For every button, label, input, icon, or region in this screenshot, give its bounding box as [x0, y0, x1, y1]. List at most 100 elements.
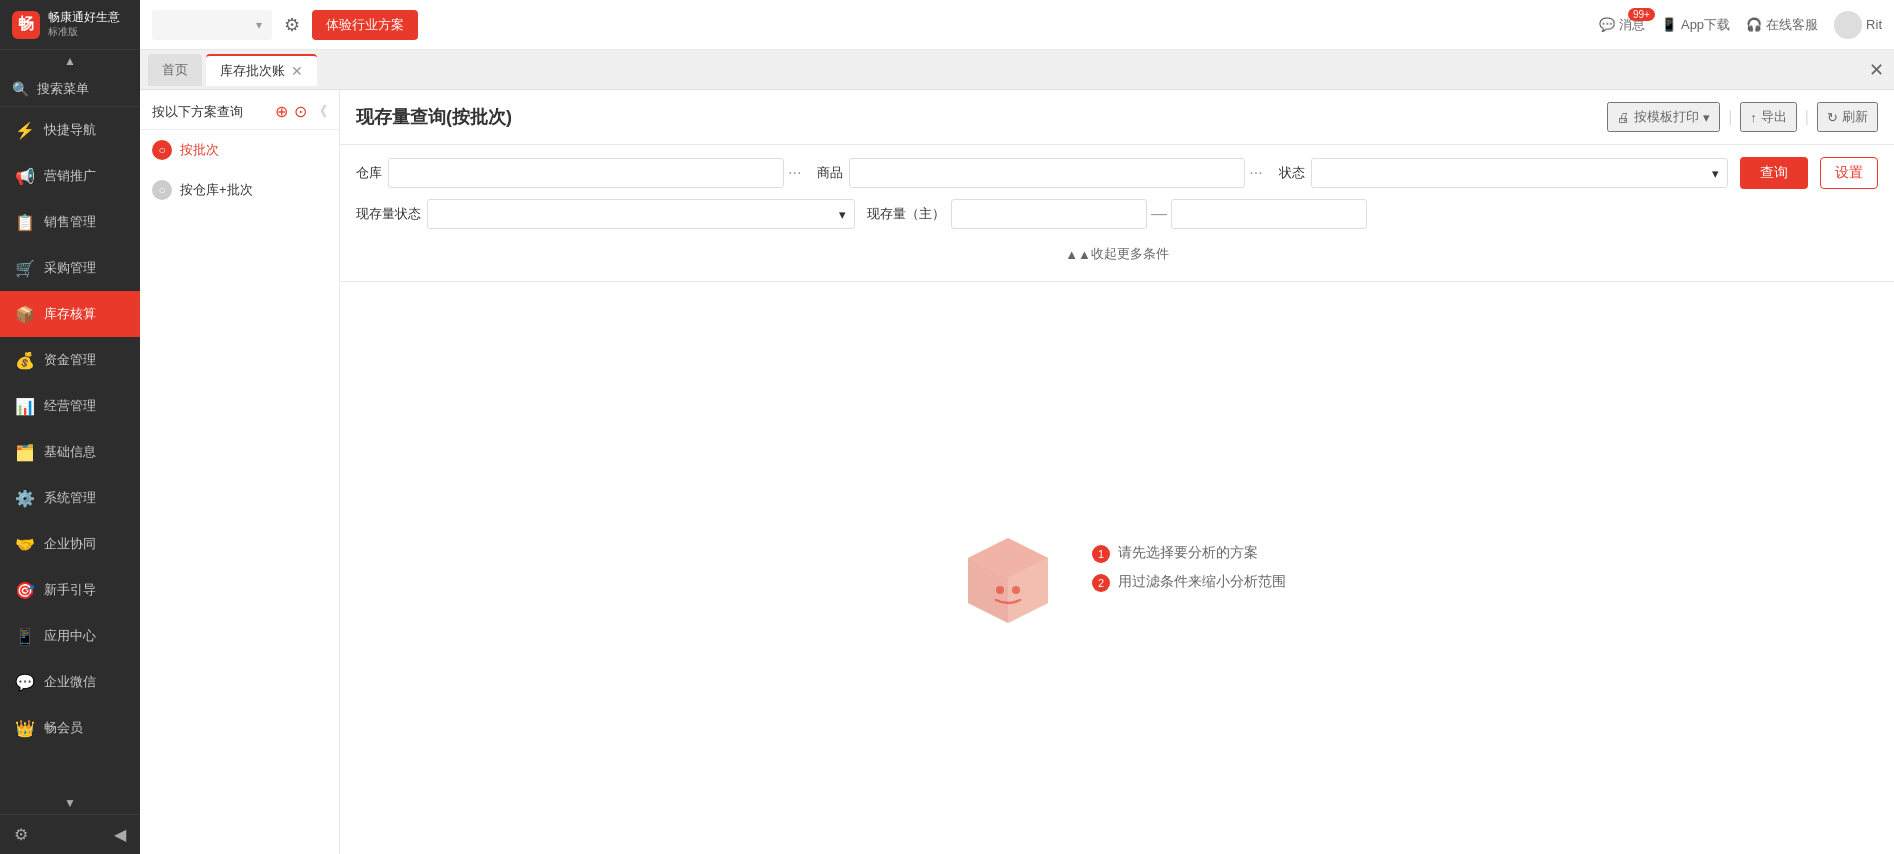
- scroll-down[interactable]: ▼: [0, 792, 140, 814]
- collapse-up-icon: ▲▲: [1065, 247, 1091, 262]
- collapse-row[interactable]: ▲▲ 收起更多条件: [356, 239, 1878, 269]
- app-download-button[interactable]: 📱 App下载: [1661, 16, 1730, 34]
- query-button[interactable]: 查询: [1740, 157, 1808, 189]
- operations-icon: 📊: [14, 395, 36, 417]
- stock-status-select[interactable]: ▾: [427, 199, 855, 229]
- sidebar-item-appcenter[interactable]: 📱 应用中心: [0, 613, 140, 659]
- filter-collapse-icon[interactable]: 《: [313, 103, 327, 121]
- sidebar-search[interactable]: 🔍 搜索菜单: [0, 72, 140, 107]
- print-label: 按模板打印: [1634, 108, 1699, 126]
- user-info[interactable]: Rit: [1834, 11, 1882, 39]
- page-header: 现存量查询(按批次) 🖨 按模板打印 ▾ | ↑ 导出 | ↻: [340, 90, 1894, 145]
- sidebar-item-operations[interactable]: 📊 经营管理: [0, 383, 140, 429]
- online-service-button[interactable]: 🎧 在线客服: [1746, 16, 1818, 34]
- warehouse-label: 仓库: [356, 164, 382, 182]
- system-icon: ⚙️: [14, 487, 36, 509]
- topbar-dropdown-icon[interactable]: ▾: [256, 18, 262, 32]
- sidebar-item-member[interactable]: 👑 畅会员: [0, 705, 140, 751]
- settings-button[interactable]: 设置: [1820, 157, 1878, 189]
- sidebar-item-inventory[interactable]: 📦 库存核算: [0, 291, 140, 337]
- app-logo: 畅: [12, 11, 40, 39]
- scroll-up[interactable]: ▲: [0, 50, 140, 72]
- refresh-icon: ↻: [1827, 110, 1838, 125]
- filter-add-icon[interactable]: ⊕: [275, 102, 288, 121]
- filter-item-by-batch[interactable]: ○ 按批次: [140, 130, 339, 170]
- sidebar-item-purchase[interactable]: 🛒 采购管理: [0, 245, 140, 291]
- trial-button[interactable]: 体验行业方案: [312, 10, 418, 40]
- brand-edition: 标准版: [48, 25, 120, 39]
- filter-item-label: 按批次: [180, 141, 219, 159]
- sidebar-item-system[interactable]: ⚙️ 系统管理: [0, 475, 140, 521]
- sidebar-item-label: 应用中心: [44, 627, 96, 645]
- stock-status-label: 现存量状态: [356, 205, 421, 223]
- filter-item-by-warehouse-batch[interactable]: ○ 按仓库+批次: [140, 170, 339, 210]
- export-icon: ↑: [1750, 110, 1757, 125]
- purchase-icon: 🛒: [14, 257, 36, 279]
- goods-field: 商品 ···: [817, 158, 1266, 188]
- sidebar-brand: 畅康通好生意 标准版: [48, 10, 120, 38]
- sidebar-item-basics[interactable]: 🗂️ 基础信息: [0, 429, 140, 475]
- filter-panel-icons: ⊕ ⊙ 《: [275, 102, 327, 121]
- stock-qty-to[interactable]: [1171, 199, 1367, 229]
- enterprise-icon: 🤝: [14, 533, 36, 555]
- sidebar-item-label: 企业协同: [44, 535, 96, 553]
- content: 按以下方案查询 ⊕ ⊙ 《 ○ 按批次 ○ 按仓库+批次 现存量查询(按批次): [140, 90, 1894, 854]
- tip-num-2: 2: [1092, 574, 1110, 592]
- sidebar-item-label: 快捷导航: [44, 121, 96, 139]
- export-button[interactable]: ↑ 导出: [1740, 102, 1797, 132]
- filter-settings-icon[interactable]: ⊙: [294, 102, 307, 121]
- warehouse-input[interactable]: [388, 158, 784, 188]
- goods-input[interactable]: [849, 158, 1245, 188]
- print-button[interactable]: 🖨 按模板打印 ▾: [1607, 102, 1720, 132]
- tab-batch-label: 库存批次账: [220, 62, 285, 80]
- tip-text-2: 用过滤条件来缩小分析范围: [1118, 573, 1286, 591]
- tab-close-main-icon[interactable]: ✕: [1869, 59, 1884, 81]
- tab-close-icon[interactable]: ✕: [291, 63, 303, 79]
- print-dropdown-icon[interactable]: ▾: [1703, 110, 1710, 125]
- empty-icon: [948, 508, 1068, 628]
- tab-home[interactable]: 首页: [148, 54, 202, 86]
- marketing-icon: 📢: [14, 165, 36, 187]
- topbar-gear-icon[interactable]: ⚙: [280, 10, 304, 40]
- finance-icon: 💰: [14, 349, 36, 371]
- filter-item-icon-inactive: ○: [152, 180, 172, 200]
- basics-icon: 🗂️: [14, 441, 36, 463]
- stock-qty-from[interactable]: [951, 199, 1147, 229]
- sidebar-item-label: 畅会员: [44, 719, 83, 737]
- sidebar-item-marketing[interactable]: 📢 营销推广: [0, 153, 140, 199]
- sidebar-item-label: 库存核算: [44, 305, 96, 323]
- sidebar-item-label: 资金管理: [44, 351, 96, 369]
- search-icon: 🔍: [12, 81, 29, 97]
- tab-batch[interactable]: 库存批次账 ✕: [206, 54, 317, 86]
- svg-point-4: [996, 586, 1004, 594]
- settings-icon[interactable]: ⚙: [14, 825, 28, 844]
- warehouse-dots[interactable]: ···: [784, 164, 805, 182]
- sidebar-item-label: 新手引导: [44, 581, 96, 599]
- status-select[interactable]: ▾: [1311, 158, 1728, 188]
- page-actions: 🖨 按模板打印 ▾ | ↑ 导出 | ↻ 刷新: [1607, 102, 1878, 132]
- tip-text-1: 请先选择要分析的方案: [1118, 544, 1258, 562]
- sidebar-item-newbie[interactable]: 🎯 新手引导: [0, 567, 140, 613]
- sidebar-item-shortcut[interactable]: ⚡ 快捷导航: [0, 107, 140, 153]
- messages-button[interactable]: 💬 消息 99+: [1599, 16, 1645, 34]
- empty-tip-2: 2 用过滤条件来缩小分析范围: [1092, 573, 1286, 592]
- member-icon: 👑: [14, 717, 36, 739]
- empty-tip-1: 1 请先选择要分析的方案: [1092, 544, 1286, 563]
- goods-dots[interactable]: ···: [1245, 164, 1266, 182]
- filter-panel-title: 按以下方案查询: [152, 103, 243, 121]
- sidebar-item-sales[interactable]: 📋 销售管理: [0, 199, 140, 245]
- sidebar-footer: ⚙ ◀: [0, 814, 140, 854]
- refresh-label: 刷新: [1842, 108, 1868, 126]
- messages-badge: 99+: [1628, 8, 1655, 21]
- main: ▾ ⚙ 体验行业方案 💬 消息 99+ 📱 App下载 🎧 在线客服 Rit: [140, 0, 1894, 854]
- sidebar-item-enterprise[interactable]: 🤝 企业协同: [0, 521, 140, 567]
- filter-item-label: 按仓库+批次: [180, 181, 253, 199]
- range-dash: —: [1151, 205, 1167, 223]
- collapse-icon[interactable]: ◀: [114, 825, 126, 844]
- refresh-button[interactable]: ↻ 刷新: [1817, 102, 1878, 132]
- sidebar-item-label: 采购管理: [44, 259, 96, 277]
- sidebar-item-wechat[interactable]: 💬 企业微信: [0, 659, 140, 705]
- sidebar-item-finance[interactable]: 💰 资金管理: [0, 337, 140, 383]
- topbar-search-box[interactable]: ▾: [152, 10, 272, 40]
- empty-state: 1 请先选择要分析的方案 2 用过滤条件来缩小分析范围: [340, 282, 1894, 854]
